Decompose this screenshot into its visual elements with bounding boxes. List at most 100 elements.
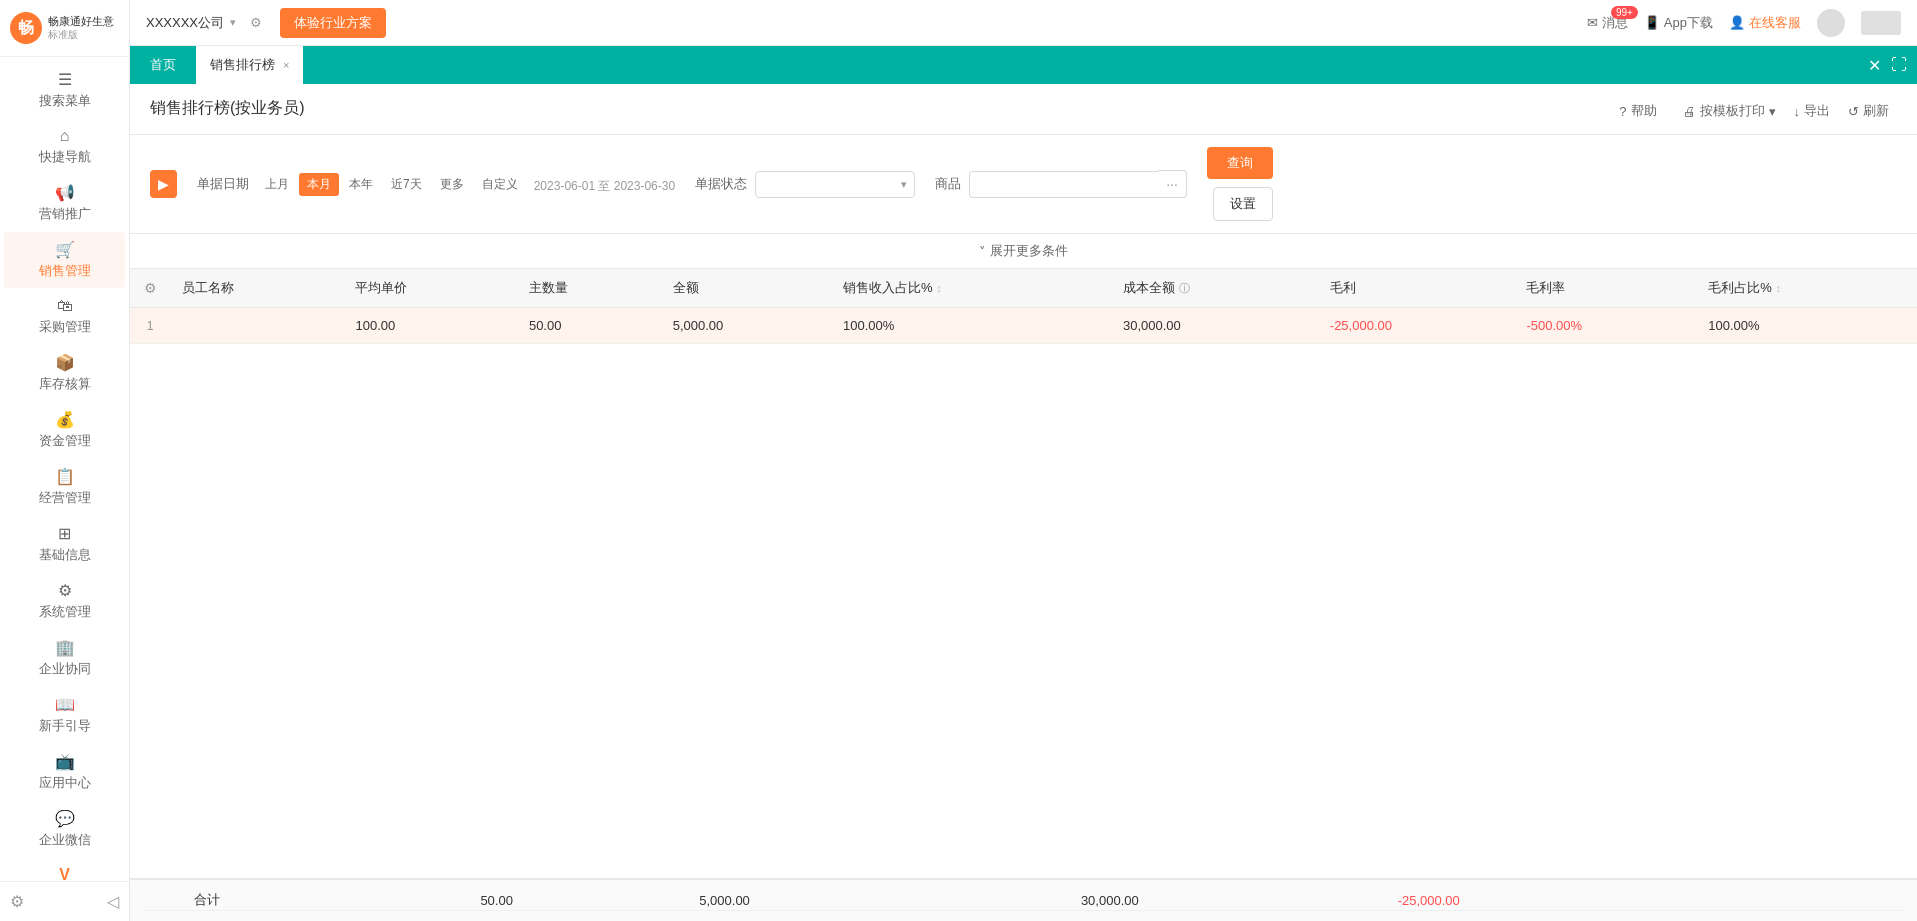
cell-gross: -25,000.00 xyxy=(1318,308,1515,344)
sidebar-item-label-operation: 经营管理 xyxy=(39,489,91,507)
refresh-label: 刷新 xyxy=(1863,102,1889,120)
table-area: ⚙ 员工名称 平均单价 主数量 全额 销售收入占比% ↕ 成本全额 ⓘ xyxy=(130,269,1917,878)
tab-close-all-icon[interactable]: ✕ xyxy=(1868,56,1881,75)
sidebar-item-operation[interactable]: 📋 经营管理 xyxy=(4,459,125,515)
sales-ratio-sort-icon[interactable]: ↕ xyxy=(936,282,942,294)
sidebar-item-app-center[interactable]: 📺 应用中心 xyxy=(4,744,125,800)
date-tab-this-year[interactable]: 本年 xyxy=(341,173,381,196)
date-filter-label: 单据日期 xyxy=(197,175,249,193)
table-body: 1 100.00 50.00 5,000.00 100.00% 30,000.0… xyxy=(130,308,1917,344)
sidebar-item-guide[interactable]: 📖 新手引导 xyxy=(4,687,125,743)
sidebar-item-basic[interactable]: ⊞ 基础信息 xyxy=(4,516,125,572)
main-content: XXXXXX公司 ▾ ⚙ 体验行业方案 ✉ 消息 99+ 📱 App下载 👤 在… xyxy=(130,0,1917,921)
query-button[interactable]: 查询 xyxy=(1207,147,1273,179)
sidebar-item-label-inventory: 库存核算 xyxy=(39,375,91,393)
expand-filters-button[interactable]: ˅ 展开更多条件 xyxy=(979,242,1068,260)
user-avatar[interactable] xyxy=(1817,9,1845,37)
tab-home[interactable]: 首页 xyxy=(130,46,196,84)
goods-filter-label: 商品 xyxy=(935,175,961,193)
online-service-button[interactable]: 👤 在线客服 xyxy=(1729,14,1801,32)
status-select-wrapper xyxy=(755,171,915,198)
search-menu-icon: ☰ xyxy=(58,70,72,89)
collapse-sidebar-icon[interactable]: ◁ xyxy=(107,892,119,911)
cell-sales-ratio: 100.00% xyxy=(831,308,1111,344)
inventory-icon: 📦 xyxy=(55,353,75,372)
column-settings-icon[interactable]: ⚙ xyxy=(144,280,157,296)
date-range-display: 2023-06-01 至 2023-06-30 xyxy=(534,174,675,195)
sidebar-item-finance[interactable]: 💰 资金管理 xyxy=(4,402,125,458)
sidebar-item-label-finance: 资金管理 xyxy=(39,432,91,450)
message-icon: ✉ xyxy=(1587,15,1598,30)
tab-close-icon[interactable]: × xyxy=(283,59,289,71)
topbar-gear-icon[interactable]: ⚙ xyxy=(250,15,262,30)
goods-input[interactable] xyxy=(969,171,1158,198)
col-header-name: 员工名称 xyxy=(170,269,343,308)
footer-empty-1 xyxy=(142,890,182,911)
sidebar-item-label-cooperation: 企业协同 xyxy=(39,660,91,678)
cell-amount: 5,000.00 xyxy=(661,308,831,344)
export-icon: ↓ xyxy=(1794,104,1801,119)
query-area: 查询 设置 xyxy=(1207,147,1273,221)
service-icon: 👤 xyxy=(1729,15,1745,30)
cell-cost: 30,000.00 xyxy=(1111,308,1318,344)
sidebar-item-label-search: 搜索菜单 xyxy=(39,92,91,110)
basic-icon: ⊞ xyxy=(58,524,71,543)
print-label: 按模板打印 xyxy=(1700,102,1765,120)
tab-sales-ranking[interactable]: 销售排行榜 × xyxy=(196,46,303,84)
gross-ratio-sort-icon[interactable]: ↕ xyxy=(1775,282,1781,294)
sidebar-item-quick-nav[interactable]: ⌂ 快捷导航 xyxy=(4,119,125,174)
footer-label: 合计 xyxy=(182,890,376,911)
help-button[interactable]: ? 帮助 xyxy=(1611,98,1664,124)
user-name-placeholder xyxy=(1861,11,1901,35)
footer-row: 合计 50.00 5,000.00 30,000.00 -25,000.00 xyxy=(142,890,1905,911)
sidebar-item-marketing[interactable]: 📢 营销推广 xyxy=(4,175,125,231)
filter-area: ▶ 单据日期 上月 本月 本年 近7天 更多 自定义 2023-06-01 至 … xyxy=(130,135,1917,234)
date-tab-7days[interactable]: 近7天 xyxy=(383,173,430,196)
page-content: 销售排行榜(按业务员) ? 帮助 🖨 按模板打印 ▾ ↓ 导出 ↺ 刷新 xyxy=(130,84,1917,921)
help-label: 帮助 xyxy=(1631,102,1657,120)
cost-info-icon[interactable]: ⓘ xyxy=(1179,282,1190,294)
sidebar-item-wechat[interactable]: 💬 企业微信 xyxy=(4,801,125,857)
sidebar-item-search[interactable]: ☰ 搜索菜单 xyxy=(4,62,125,118)
page-header: 销售排行榜(按业务员) ? 帮助 🖨 按模板打印 ▾ ↓ 导出 ↺ 刷新 xyxy=(130,84,1917,135)
sidebar-item-sales[interactable]: 🛒 销售管理 xyxy=(4,232,125,288)
purchase-icon: 🛍 xyxy=(57,297,73,315)
date-tab-custom[interactable]: 自定义 xyxy=(474,173,526,196)
sidebar: 畅 畅康通好生意 标准版 ☰ 搜索菜单 ⌂ 快捷导航 📢 营销推广 🛒 销售管理… xyxy=(0,0,130,921)
app-label: App下载 xyxy=(1664,14,1713,32)
settings-gear-icon[interactable]: ⚙ xyxy=(10,892,24,911)
tab-maximize-icon[interactable]: ⛶ xyxy=(1891,56,1907,74)
refresh-button[interactable]: ↺ 刷新 xyxy=(1840,98,1897,124)
sidebar-item-member[interactable]: V 畅会员 xyxy=(4,858,125,881)
settings-button[interactable]: 设置 xyxy=(1213,187,1273,221)
filter-arrow-icon[interactable]: ▶ xyxy=(150,170,177,198)
tabbar: 首页 销售排行榜 × ✕ ⛶ xyxy=(130,46,1917,84)
goods-input-wrap: ··· xyxy=(969,170,1187,198)
footer-gross-rate-empty xyxy=(1719,890,1812,911)
experience-button[interactable]: 体验行业方案 xyxy=(280,8,386,38)
sidebar-item-inventory[interactable]: 📦 库存核算 xyxy=(4,345,125,401)
footer-gross-ratio-empty xyxy=(1812,890,1905,911)
sidebar-item-label-basic: 基础信息 xyxy=(39,546,91,564)
message-button[interactable]: ✉ 消息 99+ xyxy=(1587,14,1628,32)
date-tab-more[interactable]: 更多 xyxy=(432,173,472,196)
sidebar-item-label-wechat: 企业微信 xyxy=(39,831,91,849)
refresh-icon: ↺ xyxy=(1848,104,1859,119)
goods-dots-icon[interactable]: ··· xyxy=(1158,170,1187,198)
date-tab-last-month[interactable]: 上月 xyxy=(257,173,297,196)
company-selector[interactable]: XXXXXX公司 ▾ xyxy=(146,14,236,32)
date-tab-this-month[interactable]: 本月 xyxy=(299,173,339,196)
sidebar-item-label-marketing: 营销推广 xyxy=(39,205,91,223)
print-button[interactable]: 🖨 按模板打印 ▾ xyxy=(1675,98,1784,124)
sidebar-item-purchase[interactable]: 🛍 采购管理 xyxy=(4,289,125,344)
status-select[interactable] xyxy=(755,171,915,198)
export-button[interactable]: ↓ 导出 xyxy=(1794,102,1831,120)
sidebar-item-cooperation[interactable]: 🏢 企业协同 xyxy=(4,630,125,686)
app-download-button[interactable]: 📱 App下载 xyxy=(1644,14,1713,32)
sidebar-item-system[interactable]: ⚙ 系统管理 xyxy=(4,573,125,629)
sidebar-item-label-appcenter: 应用中心 xyxy=(39,774,91,792)
col-header-settings: ⚙ xyxy=(130,269,170,308)
filter-row: ▶ 单据日期 上月 本月 本年 近7天 更多 自定义 2023-06-01 至 … xyxy=(150,147,1897,221)
phone-icon: 📱 xyxy=(1644,15,1660,30)
tab-label-sales-ranking: 销售排行榜 xyxy=(210,56,275,74)
